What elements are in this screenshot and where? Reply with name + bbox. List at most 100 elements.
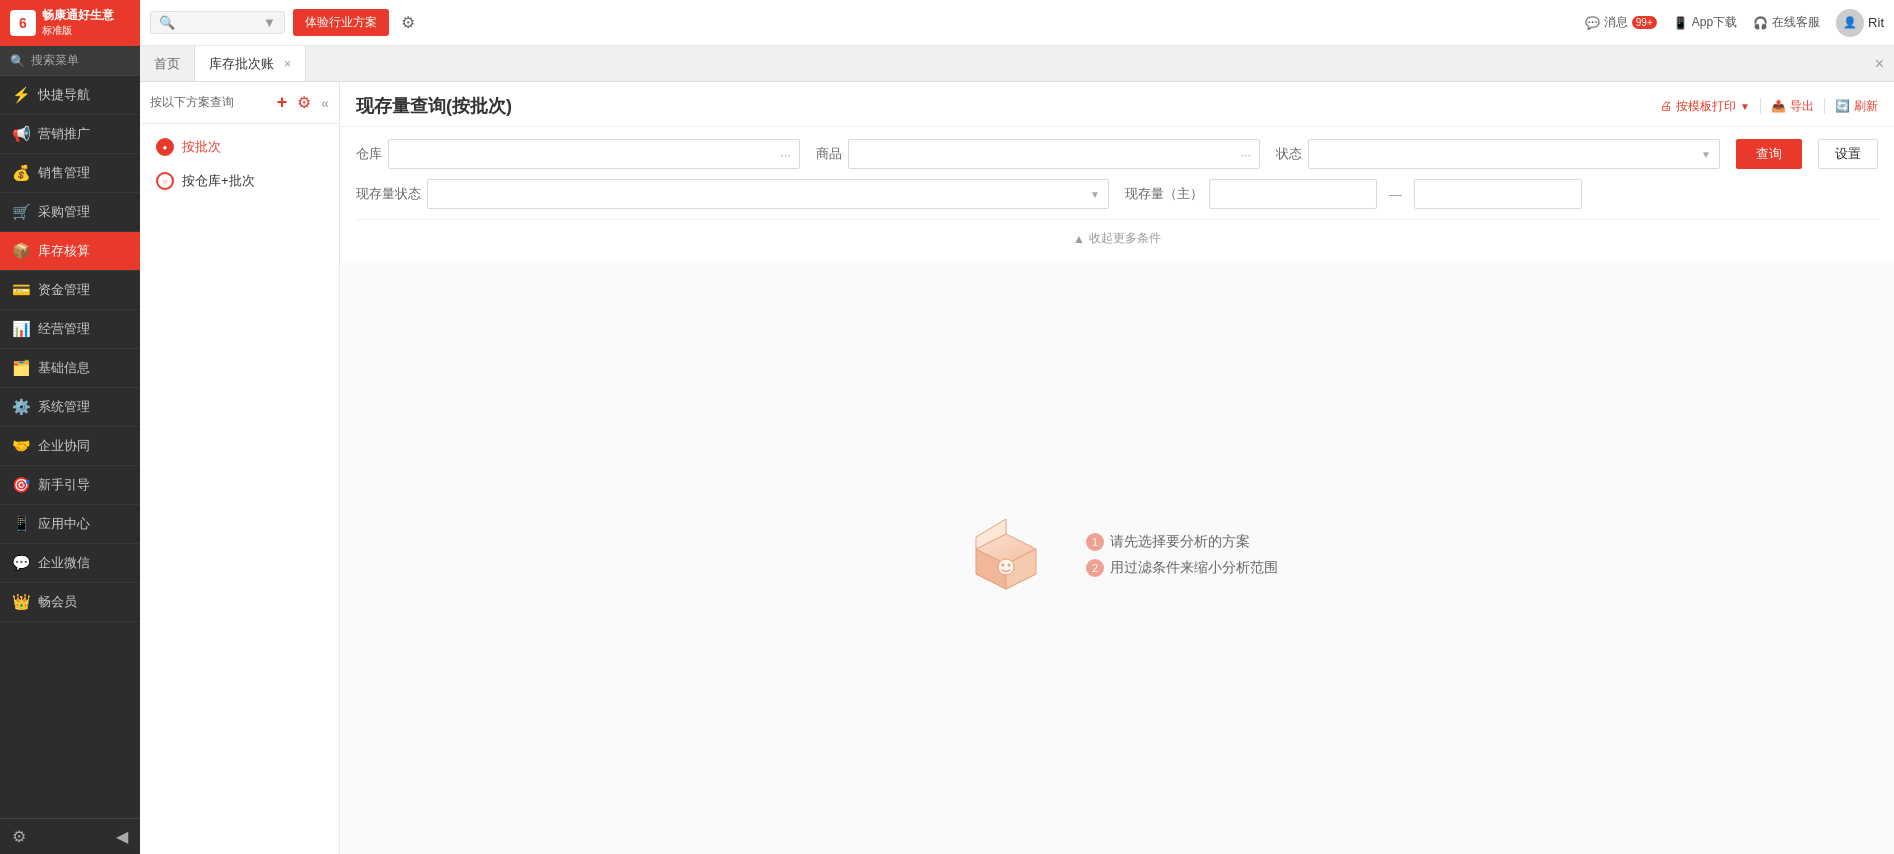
sidebar-item-label: 应用中心 <box>38 515 90 533</box>
topbar-search-input[interactable] <box>179 16 259 30</box>
app-download-action[interactable]: 📱 App下载 <box>1673 14 1737 31</box>
main-area: 🔍 ▼ 体验行业方案 ⚙ 💬 消息 99+ 📱 App下载 🎧 在线客服 � <box>140 0 1894 854</box>
wechat-icon: 💬 <box>12 554 30 572</box>
sales-icon: 💰 <box>12 164 30 182</box>
refresh-icon: 🔄 <box>1835 99 1850 113</box>
avatar: 👤 <box>1836 9 1864 37</box>
status-label: 状态 <box>1276 145 1302 163</box>
stock-status-input[interactable] <box>436 180 1086 208</box>
warehouse-input-wrapper[interactable]: ··· <box>388 139 800 169</box>
apps-icon: 📱 <box>12 515 30 533</box>
stock-qty-min[interactable] <box>1209 179 1377 209</box>
scheme-settings-btn[interactable]: ⚙ <box>297 93 311 112</box>
product-input[interactable] <box>857 140 1236 168</box>
messages-action[interactable]: 💬 消息 99+ <box>1585 14 1657 31</box>
export-btn[interactable]: 📤 导出 <box>1771 98 1814 115</box>
trial-btn[interactable]: 体验行业方案 <box>293 9 389 36</box>
step1-text: 请先选择要分析的方案 <box>1110 533 1250 551</box>
stock-status-select[interactable]: ▼ <box>427 179 1109 209</box>
sidebar-item-marketing[interactable]: 📢 营销推广 <box>0 115 140 154</box>
topbar-dropdown-icon[interactable]: ▼ <box>263 15 276 30</box>
tab-inventory-batch[interactable]: 库存批次账 × <box>195 46 306 81</box>
sidebar-item-basic[interactable]: 🗂️ 基础信息 <box>0 349 140 388</box>
topbar: 🔍 ▼ 体验行业方案 ⚙ 💬 消息 99+ 📱 App下载 🎧 在线客服 � <box>140 0 1894 46</box>
filter-area: 仓库 ··· 商品 ··· <box>340 127 1894 263</box>
sidebar-item-system[interactable]: ⚙️ 系统管理 <box>0 388 140 427</box>
step2-num: 2 <box>1086 559 1104 577</box>
stock-qty-min-input[interactable] <box>1218 180 1368 208</box>
refresh-btn[interactable]: 🔄 刷新 <box>1835 98 1878 115</box>
close-tab-panel-btn[interactable]: × <box>1875 55 1884 73</box>
status-select[interactable]: ▼ <box>1308 139 1720 169</box>
status-input[interactable] <box>1317 140 1697 168</box>
sidebar-item-member[interactable]: 👑 畅会员 <box>0 583 140 622</box>
step2-text: 用过滤条件来缩小分析范围 <box>1110 559 1278 577</box>
search-label: 搜索菜单 <box>31 52 79 69</box>
sidebar-item-label: 采购管理 <box>38 203 90 221</box>
sidebar-item-quick-nav[interactable]: ⚡ 快捷导航 <box>0 76 140 115</box>
sidebar-search[interactable]: 🔍 搜索菜单 <box>0 46 140 76</box>
online-service-action[interactable]: 🎧 在线客服 <box>1753 14 1820 31</box>
search-icon: 🔍 <box>10 54 25 68</box>
sidebar-item-label: 销售管理 <box>38 164 90 182</box>
operations-icon: 📊 <box>12 320 30 338</box>
tab-home-label: 首页 <box>154 55 180 73</box>
panel-header-label: 按以下方案查询 <box>150 94 271 111</box>
sidebar-item-inventory[interactable]: 📦 库存核算 <box>0 232 140 271</box>
collapse-filters-btn[interactable]: ▲ 收起更多条件 <box>356 226 1878 251</box>
tab-close-icon[interactable]: × <box>284 57 291 71</box>
divider <box>1760 98 1761 114</box>
settings-btn[interactable]: ⚙ <box>397 13 419 32</box>
warehouse-label: 仓库 <box>356 145 382 163</box>
sidebar-item-finance[interactable]: 💳 资金管理 <box>0 271 140 310</box>
sidebar: 6 畅康通好生意 标准版 🔍 搜索菜单 ⚡ 快捷导航 📢 营销推广 💰 销售管理 <box>0 0 140 854</box>
collapse-label: 收起更多条件 <box>1089 230 1161 247</box>
query-btn[interactable]: 查询 <box>1736 139 1802 169</box>
print-btn[interactable]: 🖨 按模板打印 ▼ <box>1660 98 1750 115</box>
empty-text: 1 请先选择要分析的方案 2 用过滤条件来缩小分析范围 <box>1086 533 1278 585</box>
export-label: 导出 <box>1790 98 1814 115</box>
warehouse-more-icon[interactable]: ··· <box>780 147 791 162</box>
filter-group-product: 商品 ··· <box>816 139 1260 169</box>
sidebar-item-enterprise[interactable]: 🤝 企业协同 <box>0 427 140 466</box>
topbar-search-box[interactable]: 🔍 ▼ <box>150 11 285 34</box>
product-more-icon[interactable]: ··· <box>1240 147 1251 162</box>
content-area: 按以下方案查询 + ⚙ « ● 按批次 ○ 按仓库+批次 现存量查询(按批次) <box>140 82 1894 854</box>
svg-point-6 <box>1002 563 1005 566</box>
sidebar-item-apps[interactable]: 📱 应用中心 <box>0 505 140 544</box>
filter-group-stock-qty: 现存量（主） — <box>1125 179 1878 209</box>
sidebar-item-purchase[interactable]: 🛒 采购管理 <box>0 193 140 232</box>
inventory-icon: 📦 <box>12 242 30 260</box>
add-scheme-btn[interactable]: + <box>277 92 288 113</box>
sidebar-item-operations[interactable]: 📊 经营管理 <box>0 310 140 349</box>
phone-icon: 📱 <box>1673 16 1688 30</box>
sidebar-item-sales[interactable]: 💰 销售管理 <box>0 154 140 193</box>
stock-qty-max-input[interactable] <box>1423 180 1573 208</box>
empty-state: 1 请先选择要分析的方案 2 用过滤条件来缩小分析范围 <box>340 263 1894 854</box>
stock-qty-max[interactable] <box>1414 179 1582 209</box>
collapse-sidebar-icon[interactable]: ◀ <box>116 827 128 846</box>
sidebar-item-label: 基础信息 <box>38 359 90 377</box>
page-title: 现存量查询(按批次) <box>356 94 512 118</box>
enterprise-icon: 🤝 <box>12 437 30 455</box>
print-dropdown-icon[interactable]: ▼ <box>1740 101 1750 112</box>
product-input-wrapper[interactable]: ··· <box>848 139 1260 169</box>
user-profile[interactable]: 👤 Rit <box>1836 9 1884 37</box>
tab-home[interactable]: 首页 <box>140 46 195 81</box>
sidebar-item-guide[interactable]: 🎯 新手引导 <box>0 466 140 505</box>
product-label: 商品 <box>816 145 842 163</box>
collapse-panel-btn[interactable]: « <box>321 95 329 111</box>
left-panel-header: 按以下方案查询 + ⚙ « <box>140 82 339 124</box>
sidebar-item-wechat[interactable]: 💬 企业微信 <box>0 544 140 583</box>
stock-status-dropdown-icon[interactable]: ▼ <box>1090 189 1100 200</box>
sidebar-header: 6 畅康通好生意 标准版 <box>0 0 140 46</box>
sidebar-item-label: 畅会员 <box>38 593 77 611</box>
filter-group-stock-status: 现存量状态 ▼ <box>356 179 1109 209</box>
settings-btn[interactable]: 设置 <box>1818 139 1878 169</box>
scheme-item-by-warehouse-batch[interactable]: ○ 按仓库+批次 <box>140 164 339 198</box>
status-dropdown-icon[interactable]: ▼ <box>1701 149 1711 160</box>
scheme-item-by-batch[interactable]: ● 按批次 <box>140 130 339 164</box>
empty-content: 1 请先选择要分析的方案 2 用过滤条件来缩小分析范围 <box>956 509 1278 609</box>
warehouse-input[interactable] <box>397 140 776 168</box>
settings-icon[interactable]: ⚙ <box>12 827 26 846</box>
